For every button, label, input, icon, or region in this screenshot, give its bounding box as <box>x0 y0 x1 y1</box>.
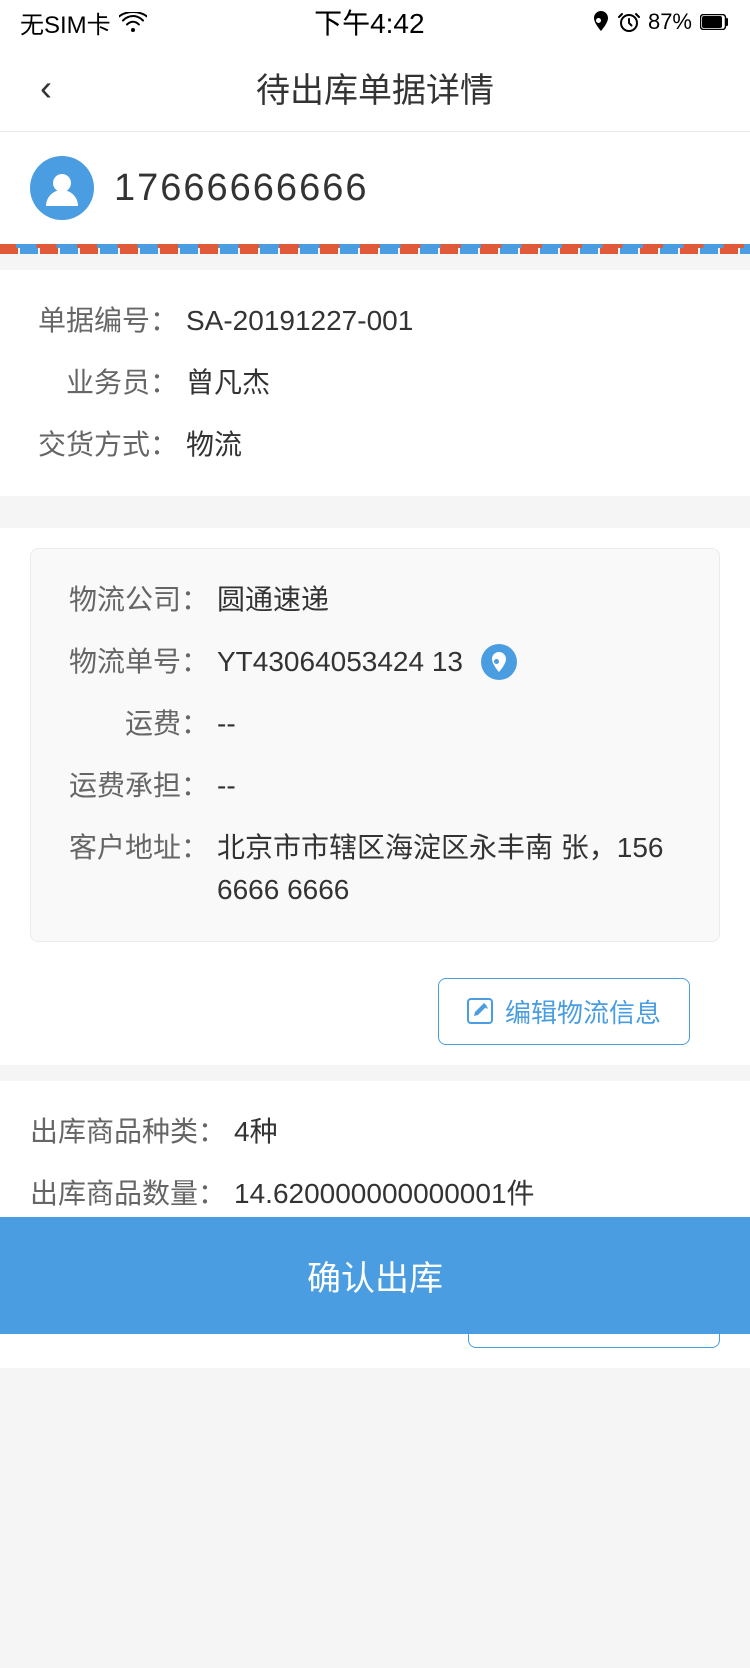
logistics-section: 物流公司： 圆通速递 物流单号： YT43064053424 13 运费： <box>30 548 720 942</box>
address-label: 客户地址： <box>61 827 209 869</box>
goods-types-row: 出库商品种类： 4种 <box>30 1111 720 1153</box>
section-divider-2 <box>0 512 750 528</box>
freight-label: 运费： <box>61 703 209 745</box>
tracking-no-label: 物流单号： <box>61 641 209 683</box>
page-title: 待出库单据详情 <box>256 63 494 112</box>
logistics-company-value: 圆通速递 <box>217 579 689 621</box>
freight-row: 运费： -- <box>61 703 689 745</box>
carrier-text: 无SIM卡 <box>20 5 111 40</box>
document-no-row: 单据编号： SA-20191227-001 <box>30 300 720 342</box>
delivery-method-label: 交货方式： <box>30 424 178 466</box>
main-content: 17666666666 单据编号： SA-20191227-001 业务员： 曾… <box>0 132 750 1668</box>
confirm-button-wrap: 确认出库 <box>0 1217 750 1334</box>
tracking-no-row: 物流单号： YT43064053424 13 <box>61 641 689 683</box>
order-info-section: 单据编号： SA-20191227-001 业务员： 曾凡杰 交货方式： 物流 <box>0 270 750 496</box>
delivery-method-row: 交货方式： 物流 <box>30 424 720 466</box>
battery-percent: 87% <box>648 9 692 35</box>
freight-bearer-value: -- <box>217 765 689 807</box>
goods-types-value: 4种 <box>234 1111 720 1153</box>
goods-quantity-value: 14.620000000000001件 <box>234 1173 720 1215</box>
section-divider-1 <box>0 254 750 270</box>
section-divider-3 <box>0 1065 750 1081</box>
edit-logistics-label: 编辑物流信息 <box>505 993 661 1030</box>
wifi-icon <box>119 12 147 32</box>
logistics-company-label: 物流公司： <box>61 579 209 621</box>
avatar <box>30 156 94 220</box>
location-status-icon <box>592 11 610 33</box>
confirm-button[interactable]: 确认出库 <box>0 1237 750 1314</box>
nav-bar: ‹ 待出库单据详情 <box>0 44 750 132</box>
section-divider-4 <box>0 1368 750 1568</box>
goods-types-label: 出库商品种类： <box>30 1111 226 1153</box>
logistics-company-row: 物流公司： 圆通速递 <box>61 579 689 621</box>
tracking-no-value: YT43064053424 13 <box>217 641 689 683</box>
status-bar: 无SIM卡 下午4:42 87% <box>0 0 750 44</box>
back-button[interactable]: ‹ <box>30 57 62 119</box>
customer-phone: 17666666666 <box>114 167 368 210</box>
staff-row: 业务员： 曾凡杰 <box>30 362 720 404</box>
goods-quantity-row: 出库商品数量： 14.620000000000001件 <box>30 1173 720 1215</box>
status-left: 无SIM卡 <box>20 5 147 40</box>
freight-bearer-row: 运费承担： -- <box>61 765 689 807</box>
edit-icon <box>467 998 495 1026</box>
status-right: 87% <box>592 9 730 35</box>
freight-bearer-label: 运费承担： <box>61 765 209 807</box>
tracking-no-text: YT43064053424 13 <box>217 641 463 683</box>
staff-label: 业务员： <box>30 362 178 404</box>
phone-header: 17666666666 <box>0 132 750 248</box>
staff-value: 曾凡杰 <box>186 362 720 404</box>
battery-icon <box>700 14 730 30</box>
edit-button-row: 编辑物流信息 <box>30 958 720 1065</box>
document-no-value: SA-20191227-001 <box>186 300 720 342</box>
tracking-location-icon[interactable] <box>479 642 519 682</box>
goods-quantity-label: 出库商品数量： <box>30 1173 226 1215</box>
status-time: 下午4:42 <box>314 2 425 42</box>
document-no-label: 单据编号： <box>30 300 178 342</box>
freight-value: -- <box>217 703 689 745</box>
edit-logistics-button[interactable]: 编辑物流信息 <box>438 978 690 1045</box>
address-value: 北京市市辖区海淀区永丰南 张，156 6666 6666 <box>217 827 689 911</box>
delivery-method-value: 物流 <box>186 424 720 466</box>
address-row: 客户地址： 北京市市辖区海淀区永丰南 张，156 6666 6666 <box>61 827 689 911</box>
alarm-status-icon <box>618 11 640 33</box>
